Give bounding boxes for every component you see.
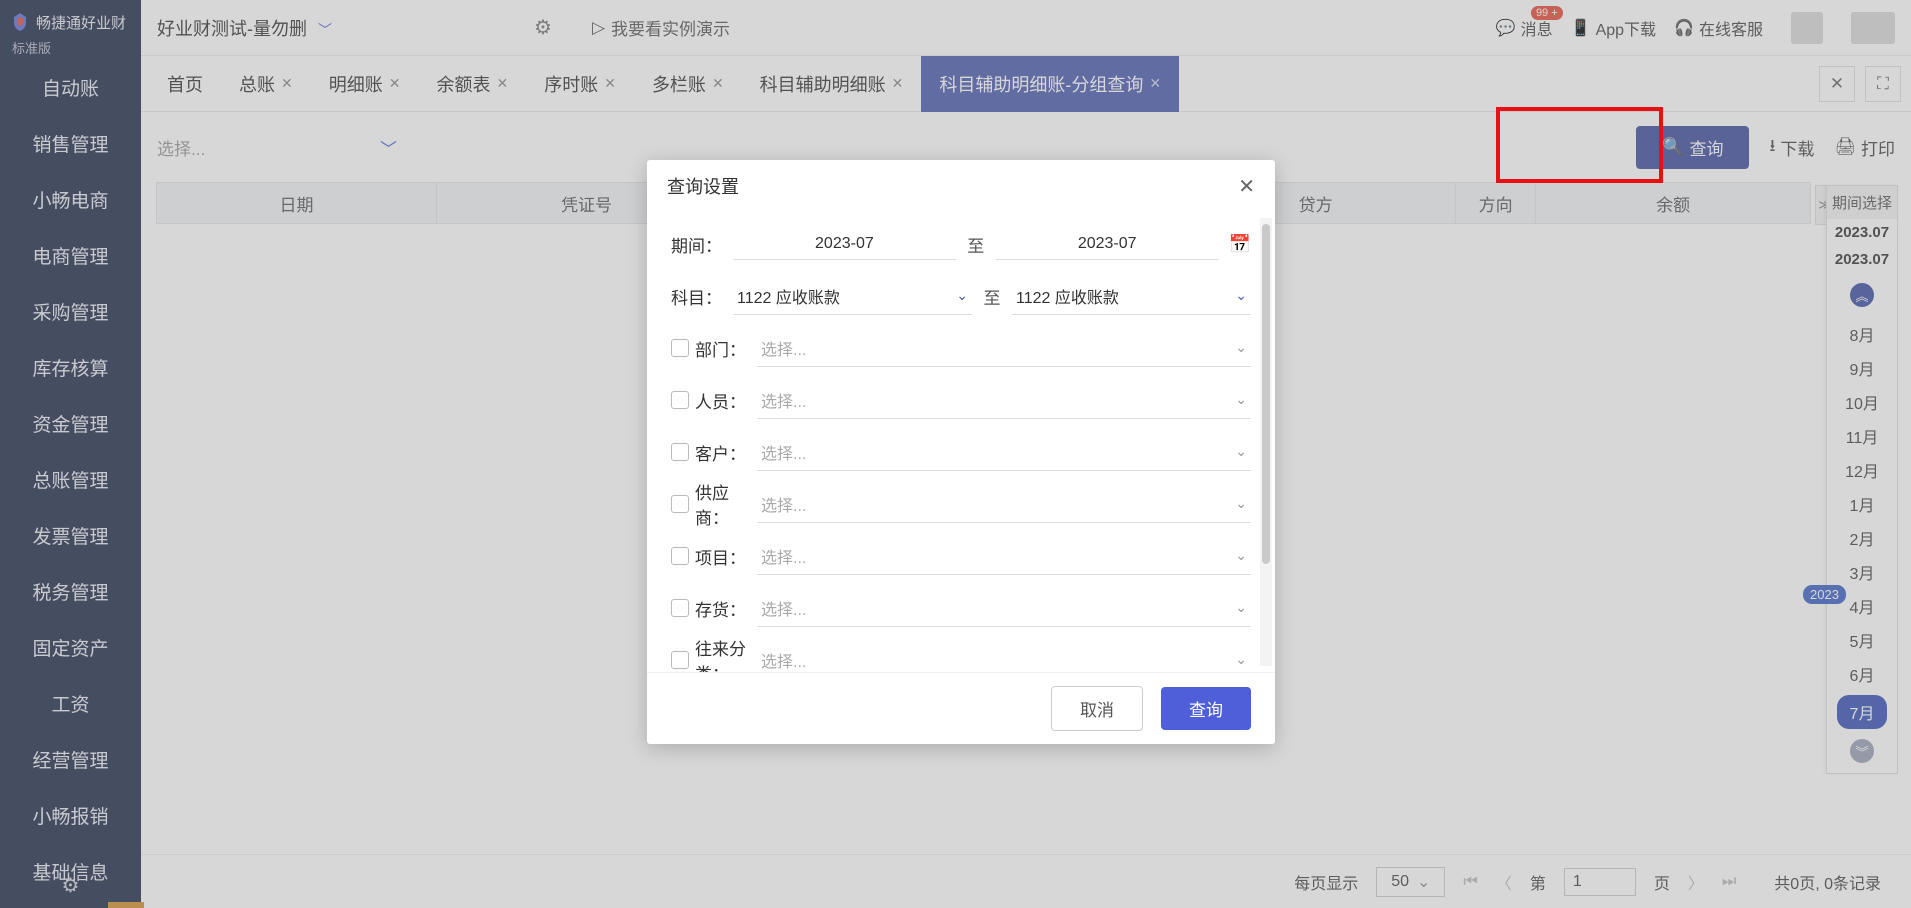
period-from-input[interactable]: 2023-07 [733, 229, 956, 260]
filter-checkbox-1[interactable] [671, 391, 689, 409]
query-settings-dialog: 查询设置 ✕ 期间： 2023-07 至 2023-07 📅 科目： 1122 … [647, 160, 1275, 744]
chevron-down-icon: ⌄ [956, 287, 968, 304]
filter-select-1[interactable]: 选择...⌄ [757, 382, 1251, 419]
calendar-icon[interactable]: 📅 [1229, 234, 1251, 255]
filter-select-3[interactable]: 选择...⌄ [757, 486, 1251, 523]
subject-label: 科目： [671, 284, 733, 309]
filter-select-2[interactable]: 选择...⌄ [757, 434, 1251, 471]
filter-label-1: 人员： [671, 388, 757, 413]
chevron-down-icon: ⌄ [1235, 599, 1247, 616]
filter-checkbox-5[interactable] [671, 599, 689, 617]
subject-from-select[interactable]: 1122 应收账款 ⌄ [733, 278, 972, 315]
filter-label-2: 客户： [671, 440, 757, 465]
chevron-down-icon: ⌄ [1235, 443, 1247, 460]
scrollbar-track[interactable] [1260, 218, 1272, 666]
filter-select-6[interactable]: 选择...⌄ [757, 642, 1251, 673]
chevron-down-icon: ⌄ [1235, 547, 1247, 564]
chevron-down-icon: ⌄ [1235, 339, 1247, 356]
filter-checkbox-2[interactable] [671, 443, 689, 461]
filter-checkbox-4[interactable] [671, 547, 689, 565]
dialog-title: 查询设置 [667, 173, 739, 199]
filter-label-0: 部门： [671, 336, 757, 361]
subject-from-value: 1122 应收账款 [737, 284, 840, 308]
chevron-down-icon: ⌄ [1235, 651, 1247, 668]
filter-select-0[interactable]: 选择...⌄ [757, 330, 1251, 367]
subject-to-value: 1122 应收账款 [1016, 284, 1119, 308]
to-label: 至 [956, 232, 996, 257]
subject-to-select[interactable]: 1122 应收账款 ⌄ [1012, 278, 1251, 315]
filter-checkbox-6[interactable] [671, 651, 689, 669]
chevron-down-icon: ⌄ [1235, 495, 1247, 512]
period-to-input[interactable]: 2023-07 [996, 229, 1219, 260]
period-label: 期间： [671, 232, 733, 257]
filter-select-5[interactable]: 选择...⌄ [757, 590, 1251, 627]
filter-label-5: 存货： [671, 596, 757, 621]
filter-checkbox-0[interactable] [671, 339, 689, 357]
filter-label-6: 往来分类： [671, 635, 757, 672]
filter-label-4: 项目： [671, 544, 757, 569]
cancel-button[interactable]: 取消 [1051, 686, 1143, 731]
filter-checkbox-3[interactable] [671, 495, 689, 513]
chevron-down-icon: ⌄ [1235, 287, 1247, 304]
filter-select-4[interactable]: 选择...⌄ [757, 538, 1251, 575]
chevron-down-icon: ⌄ [1235, 391, 1247, 408]
confirm-query-button[interactable]: 查询 [1161, 687, 1251, 730]
to-label-2: 至 [972, 284, 1012, 309]
close-icon[interactable]: ✕ [1238, 174, 1255, 199]
filter-label-3: 供应商： [671, 479, 757, 529]
scrollbar-thumb[interactable] [1262, 224, 1270, 564]
